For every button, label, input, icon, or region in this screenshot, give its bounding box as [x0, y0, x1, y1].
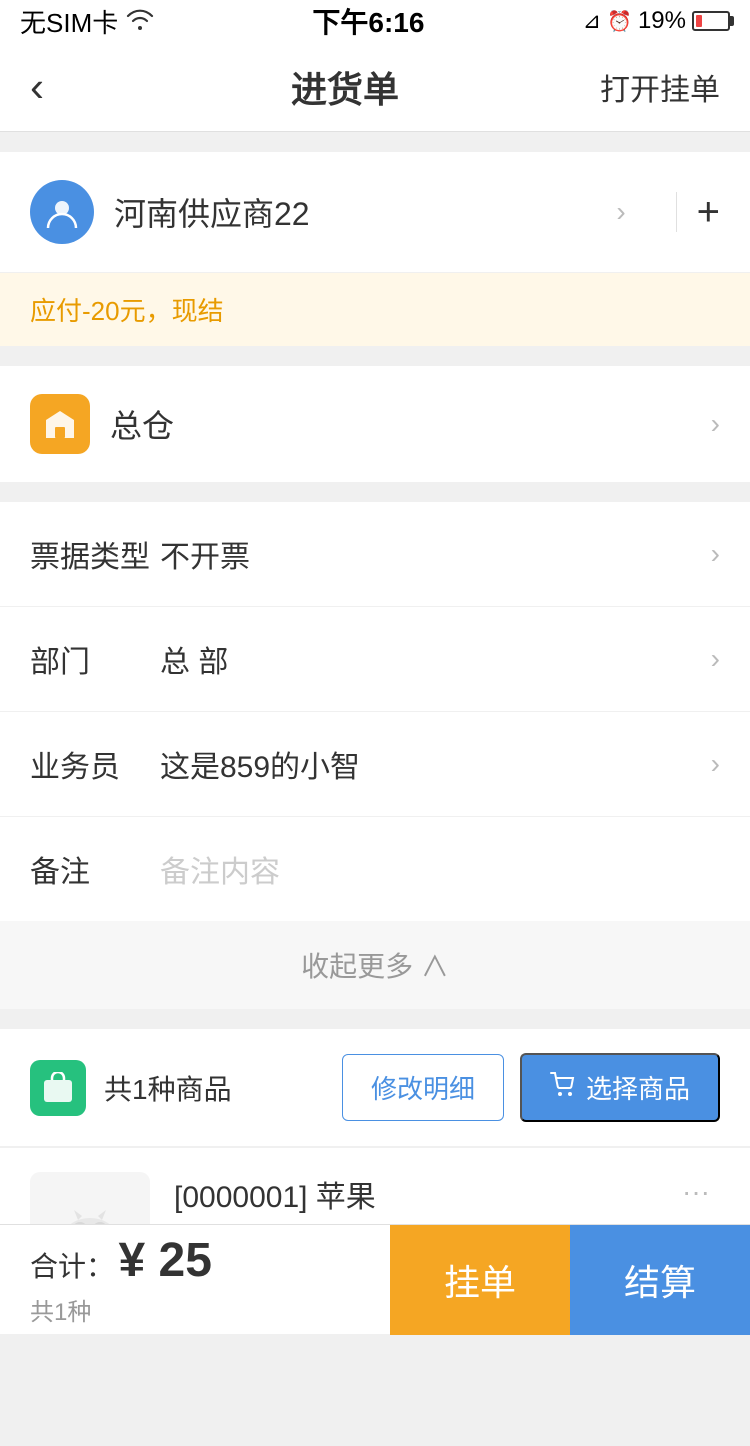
nav-bar: ‹ 进货单 打开挂单	[0, 42, 750, 132]
invoice-chevron: ›	[711, 538, 720, 570]
product-name: [0000001] 苹果	[174, 1172, 672, 1216]
salesperson-row[interactable]: 业务员 这是859的小智 ›	[0, 712, 750, 817]
select-product-label: 选择商品	[586, 1069, 690, 1106]
product-header: 共1种商品 修改明细 选择商品	[0, 1029, 750, 1147]
dept-value: 总 部	[160, 637, 711, 681]
supplier-name: 河南供应商22	[114, 189, 616, 235]
form-section: 票据类型 不开票 › 部门 总 部 › 业务员 这是859的小智 › 备注 备注…	[0, 502, 750, 921]
remark-row[interactable]: 备注 备注内容	[0, 817, 750, 921]
section-gap-4	[0, 1009, 750, 1029]
cart-icon	[550, 1072, 578, 1103]
status-bar: 无SIM卡 下午6:16 ⊿ ⏰ 19%	[0, 0, 750, 42]
total-label: 合计：	[30, 1251, 114, 1282]
warehouse-section: 总仓 ›	[0, 366, 750, 482]
product-section-icon	[30, 1060, 86, 1116]
footer-total-row: 合计： ¥ 25	[30, 1233, 360, 1288]
back-button[interactable]: ‹	[30, 63, 90, 111]
modify-detail-button[interactable]: 修改明细	[342, 1054, 504, 1121]
settle-button[interactable]: 结算	[570, 1225, 750, 1335]
product-count: 共1种商品	[104, 1068, 342, 1108]
footer-count: 共1种	[30, 1292, 360, 1327]
section-gap-2	[0, 346, 750, 366]
product-title: 苹果	[316, 1181, 376, 1214]
status-indicators: ⊿ ⏰ 19%	[583, 7, 730, 35]
warehouse-row[interactable]: 总仓 ›	[0, 366, 750, 482]
total-amount: ¥ 25	[118, 1234, 211, 1287]
salesperson-value: 这是859的小智	[160, 742, 711, 786]
invoice-row[interactable]: 票据类型 不开票 ›	[0, 502, 750, 607]
hang-order-button[interactable]: 挂单	[390, 1225, 570, 1335]
footer-spacer	[0, 1316, 750, 1446]
supplier-chevron: ›	[616, 196, 625, 228]
invoice-value: 不开票	[160, 532, 711, 576]
footer-total: 合计： ¥ 25 共1种	[0, 1233, 390, 1327]
warehouse-icon	[30, 394, 90, 454]
collapse-row[interactable]: 收起更多 ∧	[0, 921, 750, 1009]
carrier-text: 无SIM卡	[20, 3, 118, 40]
remark-label: 备注	[30, 847, 160, 891]
alarm-icon: ⏰	[607, 9, 632, 34]
supplier-avatar	[30, 180, 94, 244]
collapse-label: 收起更多 ∧	[301, 945, 449, 985]
invoice-label: 票据类型	[30, 532, 160, 576]
supplier-row[interactable]: 河南供应商22 › +	[0, 152, 750, 273]
status-carrier: 无SIM卡	[20, 3, 154, 40]
dept-row[interactable]: 部门 总 部 ›	[0, 607, 750, 712]
battery-percent: 19%	[638, 7, 686, 35]
remark-input[interactable]: 备注内容	[160, 847, 720, 891]
divider-v	[676, 192, 677, 232]
battery-icon	[692, 11, 730, 31]
warehouse-name: 总仓	[110, 401, 711, 447]
location-icon: ⊿	[583, 8, 601, 34]
warehouse-chevron: ›	[711, 408, 720, 440]
add-supplier-button[interactable]: +	[697, 190, 720, 235]
footer: 合计： ¥ 25 共1种 挂单 结算	[0, 1224, 750, 1334]
select-product-button[interactable]: 选择商品	[520, 1053, 720, 1122]
salesperson-chevron: ›	[711, 748, 720, 780]
section-gap-1	[0, 132, 750, 152]
dept-label: 部门	[30, 637, 160, 681]
section-gap-3	[0, 482, 750, 502]
supplier-section: 河南供应商22 › + 应付-20元，现结	[0, 152, 750, 346]
supplier-info-banner: 应付-20元，现结	[0, 273, 750, 346]
page-title: 进货单	[291, 61, 399, 113]
status-time: 下午6:16	[312, 1, 424, 41]
wifi-icon	[126, 6, 154, 37]
salesperson-label: 业务员	[30, 742, 160, 786]
open-hang-button[interactable]: 打开挂单	[600, 65, 720, 109]
dept-chevron: ›	[711, 643, 720, 675]
product-id: [0000001]	[174, 1181, 316, 1214]
product-more-button[interactable]: ···	[672, 1172, 720, 1212]
